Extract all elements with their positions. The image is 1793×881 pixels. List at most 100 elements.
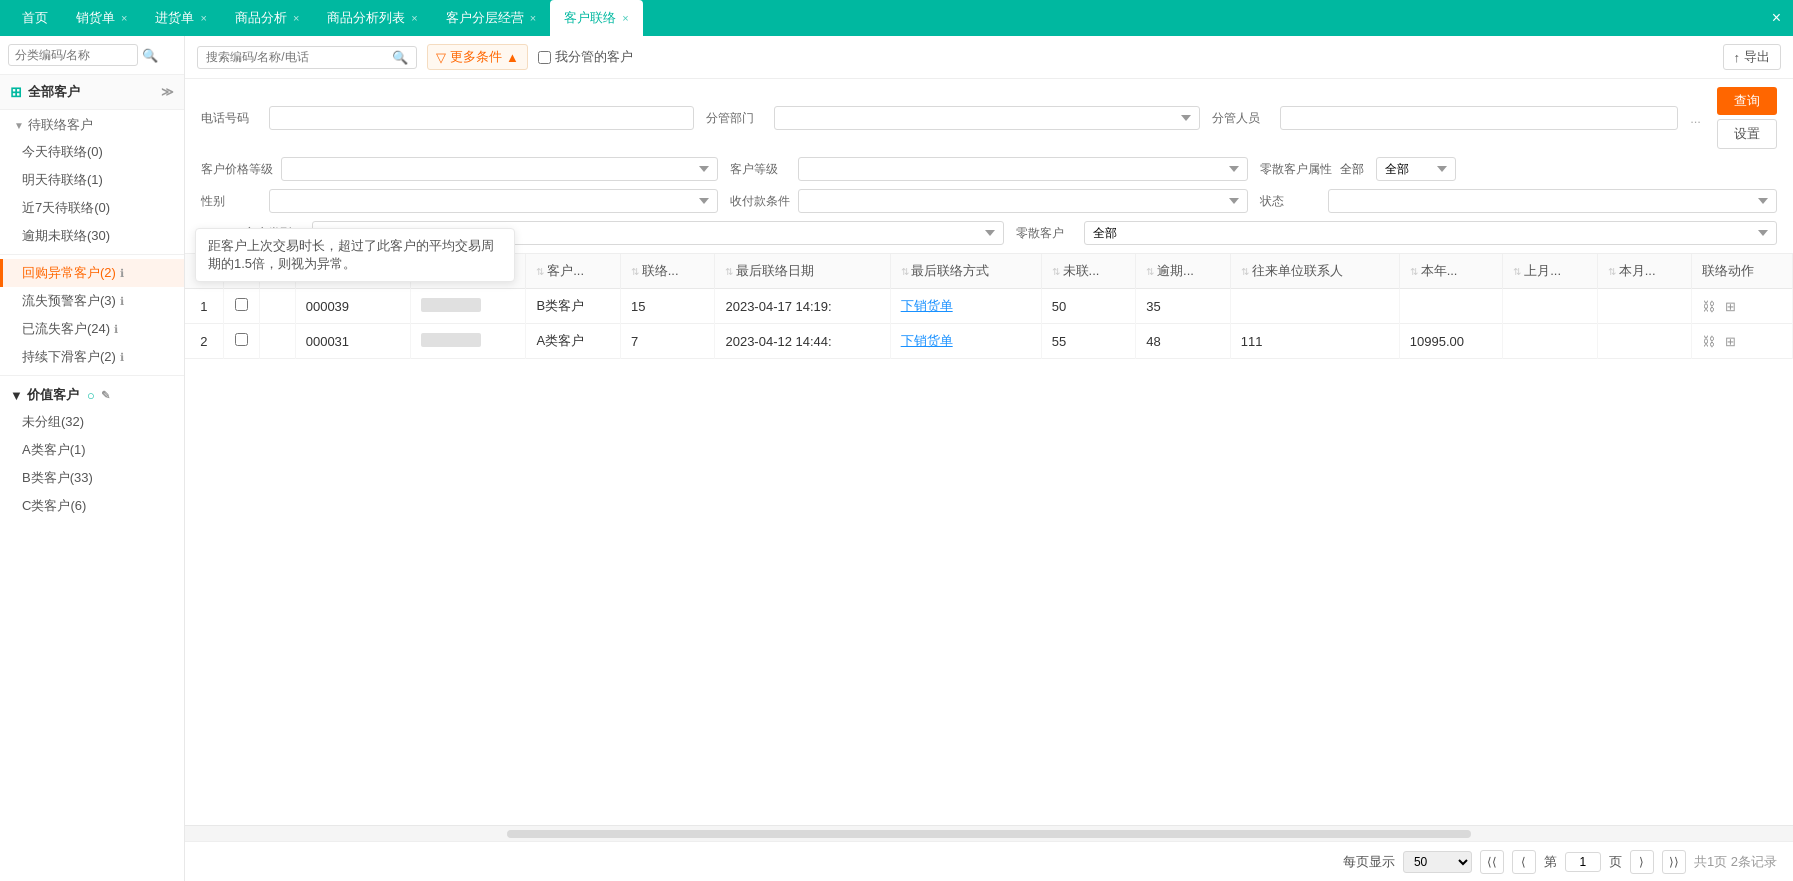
row1-last-method[interactable]: 下销货单 [890, 289, 1041, 324]
scrollbar-thumb [507, 830, 1472, 838]
filter-row-3: 性别 收付款条件 状态 [201, 189, 1777, 213]
col-this-year[interactable]: 本年... [1399, 254, 1503, 289]
declining-label: 持续下滑客户(2) [22, 348, 116, 366]
nav-home[interactable]: 首页 [8, 0, 62, 36]
last-page-button[interactable]: ⟩⟩ [1662, 850, 1686, 874]
repurchase-info-icon: ℹ [120, 267, 124, 280]
table-scroll-area[interactable]: ⚙ 客户编码 客户名称 客户... 联络... [185, 254, 1793, 825]
more-conditions-button[interactable]: ▽ 更多条件 ▲ [427, 44, 528, 70]
sidebar-item-tomorrow[interactable]: 明天待联络(1) [0, 166, 184, 194]
sidebar-collapse-button[interactable]: ≫ [161, 85, 174, 99]
col-last-month[interactable]: 上月... [1503, 254, 1597, 289]
sidebar-item-a-class[interactable]: A类客户(1) [0, 436, 184, 464]
gender-select[interactable] [269, 189, 718, 213]
row2-last-method[interactable]: 下销货单 [890, 324, 1041, 359]
7days-contact-label: 近7天待联络(0) [22, 199, 110, 217]
retail-customer-select[interactable]: 全部 [1084, 221, 1777, 245]
filter-bar: 🔍 ▽ 更多条件 ▲ 我分管的客户 ↑ 导出 [185, 36, 1793, 79]
nav-analysis-list-close[interactable]: × [411, 12, 417, 24]
table-container: ⚙ 客户编码 客户名称 客户... 联络... [185, 254, 1793, 881]
sidebar-item-c-class[interactable]: C类客户(6) [0, 492, 184, 520]
row1-action: ⛓ ⊞ [1692, 289, 1793, 324]
chevron-up-icon: ▲ [506, 50, 519, 65]
status-field: 状态 [1260, 189, 1777, 213]
row1-checkbox[interactable] [235, 298, 248, 311]
col-contact-count[interactable]: 联络... [620, 254, 714, 289]
tooltip-box: 距客户上次交易时长，超过了此客户的平均交易周期的1.5倍，则视为异常。 [195, 228, 515, 282]
col-unit-contacts[interactable]: 往来单位联系人 [1230, 254, 1399, 289]
row1-action-link-icon[interactable]: ⛓ [1702, 299, 1715, 314]
settings-button[interactable]: 设置 [1717, 119, 1777, 149]
page-number-input[interactable] [1565, 852, 1601, 872]
col-unit-contacts-label: 往来单位联系人 [1252, 263, 1343, 278]
row2-action-link-icon[interactable]: ⛓ [1702, 334, 1715, 349]
nav-analysis-list[interactable]: 商品分析列表 × [313, 0, 431, 36]
nav-sales-label: 销货单 [76, 9, 115, 27]
sidebar-item-lost-warning[interactable]: 流失预警客户(3) ℹ [0, 287, 184, 315]
sidebar-item-7days[interactable]: 近7天待联络(0) [0, 194, 184, 222]
sidebar-item-declining[interactable]: 持续下滑客户(2) ℹ [0, 343, 184, 371]
col-overdue[interactable]: 逾期... [1136, 254, 1230, 289]
customer-level-select[interactable] [798, 157, 1247, 181]
window-close-button[interactable]: × [1772, 9, 1781, 27]
payment-select[interactable] [798, 189, 1247, 213]
query-button[interactable]: 查询 [1717, 87, 1777, 115]
per-page-select[interactable]: 50 10 20 100 [1403, 851, 1472, 873]
c-class-label: C类客户(6) [22, 497, 86, 515]
repurchase-abnormal-label: 回购异常客户(2) [22, 264, 116, 282]
horizontal-scrollbar[interactable] [185, 825, 1793, 841]
col-customer-type[interactable]: 客户... [526, 254, 621, 289]
nav-purchase[interactable]: 进货单 × [141, 0, 220, 36]
sidebar-item-b-class[interactable]: B类客户(33) [0, 464, 184, 492]
row2-last-month [1503, 324, 1597, 359]
sidebar-search-input[interactable] [8, 44, 138, 66]
retail-customer-field: 零散客户 全部 [1016, 221, 1777, 245]
value-group-header[interactable]: ▼ 价值客户 ○ ✎ [0, 380, 184, 408]
first-page-button[interactable]: ⟨⟨ [1480, 850, 1504, 874]
my-customers-checkbox[interactable] [538, 51, 551, 64]
manager-input[interactable] [1280, 106, 1678, 130]
col-last-date[interactable]: 最后联络日期 [715, 254, 890, 289]
nav-customer-contact-close[interactable]: × [622, 12, 628, 24]
row1-action-grid-icon[interactable]: ⊞ [1725, 299, 1736, 314]
customer-level-field: 客户等级 [730, 157, 1247, 181]
nav-customer-segment[interactable]: 客户分层经营 × [432, 0, 550, 36]
nav-sales[interactable]: 销货单 × [62, 0, 141, 36]
col-last-method[interactable]: 最后联络方式 [890, 254, 1041, 289]
row1-this-month [1597, 289, 1691, 324]
nav-customer-segment-close[interactable]: × [530, 12, 536, 24]
nav-sales-close[interactable]: × [121, 12, 127, 24]
sidebar-item-overdue[interactable]: 逾期未联络(30) [0, 222, 184, 250]
prev-page-button[interactable]: ⟨ [1512, 850, 1536, 874]
export-button[interactable]: ↑ 导出 [1723, 44, 1782, 70]
pending-contact-group[interactable]: ▼ 待联络客户 [0, 110, 184, 138]
nav-analysis-close[interactable]: × [293, 12, 299, 24]
sidebar-search-icon[interactable]: 🔍 [142, 48, 158, 63]
search-icon[interactable]: 🔍 [392, 50, 408, 65]
sidebar-item-lost-actual[interactable]: 已流失客户(24) ℹ [0, 315, 184, 343]
col-this-month[interactable]: 本月... [1597, 254, 1691, 289]
status-select[interactable] [1328, 189, 1777, 213]
sidebar-item-today[interactable]: 今天待联络(0) [0, 138, 184, 166]
nav-purchase-close[interactable]: × [200, 12, 206, 24]
col-uncontacted[interactable]: 未联... [1041, 254, 1135, 289]
nav-analysis[interactable]: 商品分析 × [221, 0, 313, 36]
next-page-button[interactable]: ⟩ [1630, 850, 1654, 874]
filter-icon: ▽ [436, 50, 446, 65]
row2-checkbox[interactable] [235, 333, 248, 346]
nav-customer-contact[interactable]: 客户联络 × [550, 0, 642, 36]
manager-dots[interactable]: ... [1686, 111, 1705, 126]
dept-select[interactable] [774, 106, 1199, 130]
all-customers-header[interactable]: ⊞ 全部客户 ≫ [0, 75, 184, 110]
retail-attr-select[interactable]: 全部 [1376, 157, 1456, 181]
row2-action: ⛓ ⊞ [1692, 324, 1793, 359]
value-group-circle-icon: ○ [87, 388, 95, 403]
value-group-edit-icon[interactable]: ✎ [101, 389, 110, 402]
price-level-select[interactable] [281, 157, 718, 181]
sidebar-item-ungrouped[interactable]: 未分组(32) [0, 408, 184, 436]
row2-action-grid-icon[interactable]: ⊞ [1725, 334, 1736, 349]
search-input[interactable] [206, 50, 386, 64]
phone-input[interactable] [269, 106, 694, 130]
my-customers-filter[interactable]: 我分管的客户 [538, 48, 633, 66]
sidebar-item-repurchase-abnormal[interactable]: 回购异常客户(2) ℹ [0, 259, 184, 287]
